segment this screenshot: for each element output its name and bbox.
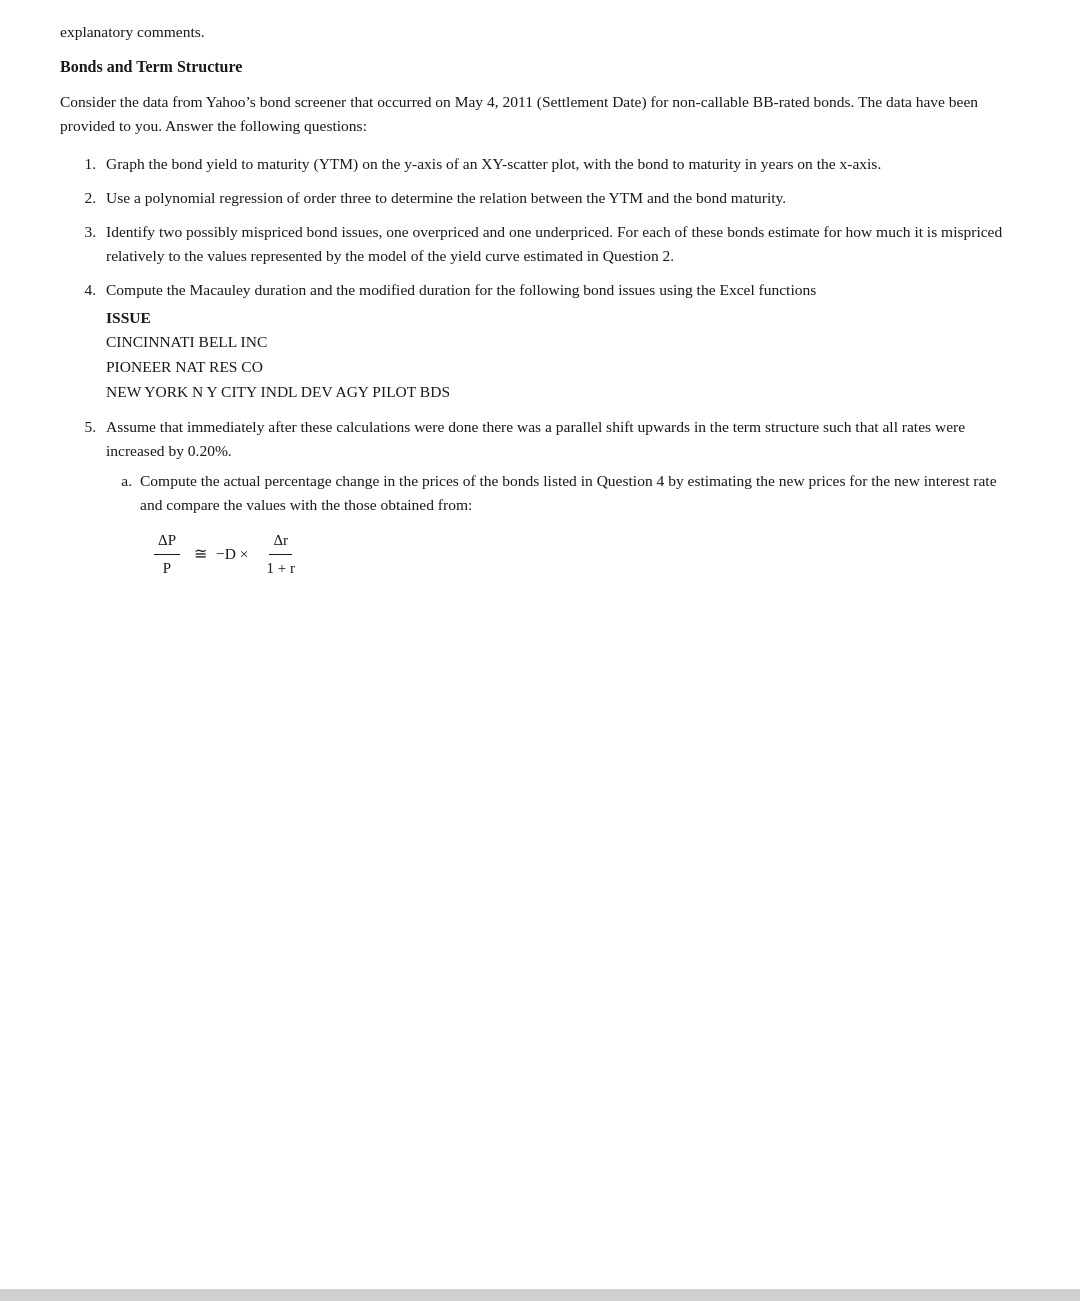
list-item-4: Compute the Macauley duration and the mo… <box>100 278 1020 404</box>
rhs-denominator: 1 + r <box>263 555 299 580</box>
sub-item-5a-text: Compute the actual percentage change in … <box>140 472 997 513</box>
list-item-5-text: Assume that immediately after these calc… <box>106 418 965 459</box>
sub-item-5a: Compute the actual percentage change in … <box>136 469 1020 581</box>
list-item-2-text: Use a polynomial regression of order thr… <box>106 189 786 206</box>
sub-list-5: Compute the actual percentage change in … <box>136 469 1020 581</box>
list-item-4-text: Compute the Macauley duration and the mo… <box>106 281 816 298</box>
issue-pioneer: PIONEER NAT RES CO <box>106 355 1020 380</box>
questions-list: Graph the bond yield to maturity (YTM) o… <box>100 152 1020 580</box>
page-container: explanatory comments. Bonds and Term Str… <box>0 0 1080 1301</box>
list-item-1-text: Graph the bond yield to maturity (YTM) o… <box>106 155 881 172</box>
formula-block: ΔP P ≅ −D × Δr 1 + r <box>150 529 1020 581</box>
list-item-2: Use a polynomial regression of order thr… <box>100 186 1020 210</box>
section-heading: Bonds and Term Structure <box>60 58 1020 76</box>
list-item-3-text: Identify two possibly mispriced bond iss… <box>106 223 1002 264</box>
lhs-fraction: ΔP P <box>154 529 180 581</box>
rhs-numerator: Δr <box>269 529 292 555</box>
issue-newyork: NEW YORK N Y CITY INDL DEV AGY PILOT BDS <box>106 380 1020 405</box>
list-item-5: Assume that immediately after these calc… <box>100 415 1020 581</box>
neg-d-term: −D × <box>216 542 249 566</box>
intro-paragraph: Consider the data from Yahoo’s bond scre… <box>60 90 1020 138</box>
cutoff-text: explanatory comments. <box>60 20 1020 44</box>
lhs-denominator: P <box>159 555 175 580</box>
lhs-numerator: ΔP <box>154 529 180 555</box>
list-item-1: Graph the bond yield to maturity (YTM) o… <box>100 152 1020 176</box>
issue-cincinnati: CINCINNATI BELL INC <box>106 330 1020 355</box>
issue-block: ISSUE CINCINNATI BELL INC PIONEER NAT RE… <box>106 306 1020 404</box>
approx-equal-sign: ≅ <box>194 542 206 567</box>
issue-label: ISSUE <box>106 306 1020 330</box>
bottom-bar <box>0 1289 1080 1301</box>
rhs-fraction: Δr 1 + r <box>263 529 299 581</box>
list-item-3: Identify two possibly mispriced bond iss… <box>100 220 1020 268</box>
